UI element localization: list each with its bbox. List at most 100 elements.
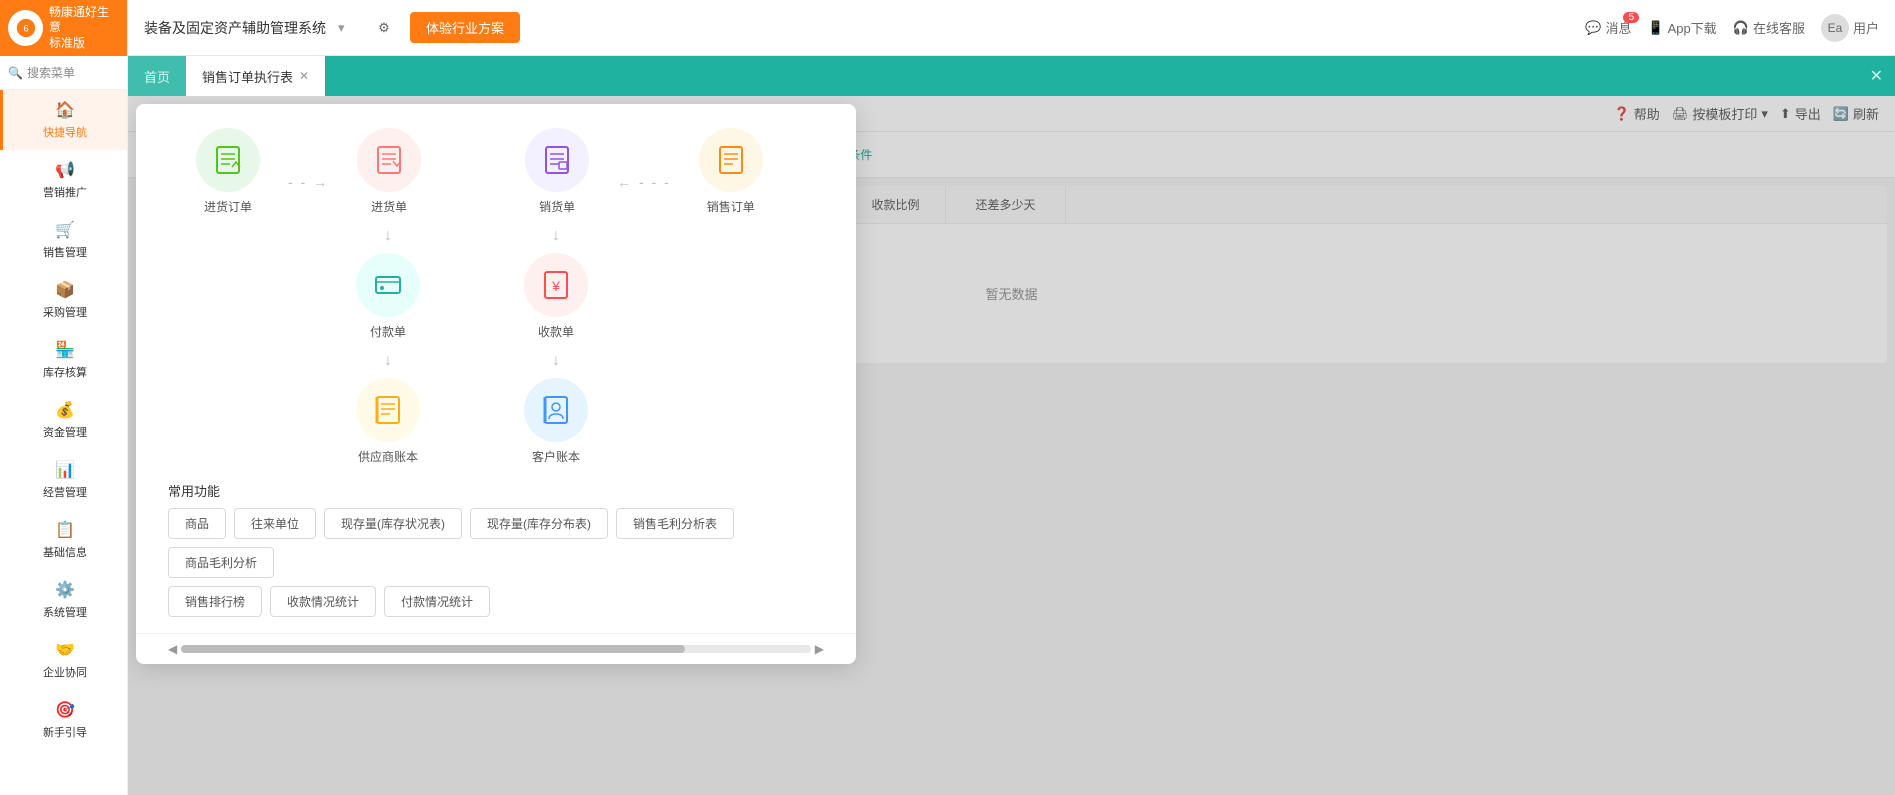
customer-ledger-icon — [524, 378, 588, 442]
sidebar-nav: 🏠 快捷导航 📢 营销推广 🛒 销售管理 📦 采购管理 🏪 库存核算 💰 — [0, 90, 127, 795]
sidebar-item-finance[interactable]: 💰 资金管理 — [0, 390, 127, 450]
tabbar-close-all-btn[interactable]: ✕ — [1858, 56, 1895, 96]
svg-text:¥: ¥ — [551, 278, 560, 294]
sidebar-item-sales[interactable]: 🛒 销售管理 — [0, 210, 127, 270]
arrow-sales-order-to-bill: ← - - - — [617, 154, 671, 190]
basic-info-icon: 📋 — [55, 520, 75, 540]
marketing-icon: 📢 — [55, 160, 75, 180]
tab-sales-order-exec[interactable]: 销售订单执行表 ✕ — [186, 56, 325, 96]
supplier-ledger-icon — [356, 378, 420, 442]
avatar: Ea — [1821, 14, 1849, 42]
search-icon: 🔍 — [8, 66, 23, 80]
sidebar-item-guide[interactable]: 🎯 新手引导 — [0, 690, 127, 750]
node-receipt-bill[interactable]: ¥ 收款单 — [496, 253, 616, 340]
tab-close-btn[interactable]: ✕ — [299, 69, 309, 83]
common-btn-stock-distribution[interactable]: 现存量(库存分布表) — [470, 508, 608, 539]
overlay: 进货订单 - - → — [128, 96, 1895, 795]
app-icon: 📱 — [1647, 20, 1663, 36]
app-download-btn[interactable]: 📱 App下载 — [1647, 18, 1716, 37]
sales-bill-icon — [525, 128, 589, 192]
flow-down-arrows-2: ↓ ↓ — [168, 352, 824, 370]
common-btn-partner[interactable]: 往来单位 — [234, 508, 316, 539]
common-btn-stock-status[interactable]: 现存量(库存状况表) — [324, 508, 462, 539]
scrollbar-thumb[interactable] — [181, 645, 685, 653]
node-purchase-order[interactable]: 进货订单 — [168, 128, 288, 215]
topbar-right: 💬 消息 5 📱 App下载 🎧 在线客服 Ea 用户 — [1585, 14, 1879, 42]
guide-icon: 🎯 — [55, 700, 75, 720]
node-purchase-bill[interactable]: 进货单 — [329, 128, 449, 215]
scrollbar-track[interactable] — [181, 645, 811, 653]
purchase-order-icon — [196, 128, 260, 192]
online-service-btn[interactable]: 🎧 在线客服 — [1733, 18, 1805, 37]
flow-row-2: 付款单 ¥ — [168, 253, 824, 340]
flow-down-arrows-1: ↓ ↓ — [168, 227, 824, 245]
common-btns: 商品 往来单位 现存量(库存状况表) 现存量(库存分布表) 销售毛利分析表 商品… — [168, 508, 824, 578]
logo-text: 畅康通好生意 标准版 — [49, 5, 119, 52]
sidebar-logo: 6 畅康通好生意 标准版 — [0, 0, 127, 56]
tab-home[interactable]: 首页 — [128, 56, 186, 96]
sidebar-item-operations[interactable]: 📊 经营管理 — [0, 450, 127, 510]
enterprise-icon: 🤝 — [55, 640, 75, 660]
payment-bill-icon — [356, 253, 420, 317]
dialog-inner: 进货订单 - - → — [136, 104, 856, 633]
common-btn-product[interactable]: 商品 — [168, 508, 226, 539]
tabbar: 首页 销售订单执行表 ✕ ✕ — [128, 56, 1895, 96]
sidebar-item-enterprise[interactable]: 🤝 企业协同 — [0, 630, 127, 690]
receipt-bill-icon: ¥ — [524, 253, 588, 317]
message-btn[interactable]: 💬 消息 5 — [1585, 18, 1631, 37]
sidebar-item-system[interactable]: ⚙️ 系统管理 — [0, 570, 127, 630]
quick-nav-dialog: 进货订单 - - → — [136, 104, 856, 664]
dialog-scrollbar: ◀ ▶ — [136, 633, 856, 664]
operations-icon: 📊 — [55, 460, 75, 480]
service-icon: 🎧 — [1733, 20, 1749, 36]
purchase-bill-icon — [357, 128, 421, 192]
sidebar-item-inventory[interactable]: 🏪 库存核算 — [0, 330, 127, 390]
common-btn-payment-stats[interactable]: 付款情况统计 — [384, 586, 490, 617]
sales-icon: 🛒 — [55, 220, 75, 240]
scroll-right-arrow[interactable]: ▶ — [815, 642, 824, 656]
message-icon: 💬 — [1585, 20, 1601, 36]
down-arrow-purchase-bill: ↓ — [328, 227, 448, 245]
user-menu[interactable]: Ea 用户 — [1821, 14, 1879, 42]
common-functions-section: 常用功能 商品 往来单位 现存量(库存状况表) 现存量(库存分布表) 销售毛利分… — [168, 481, 824, 617]
scroll-left-arrow[interactable]: ◀ — [168, 642, 177, 656]
sales-order-icon — [699, 128, 763, 192]
common-btns-row2: 销售排行榜 收款情况统计 付款情况统计 — [168, 586, 824, 617]
sidebar: 6 畅康通好生意 标准版 🔍 搜索菜单 🏠 快捷导航 📢 营销推广 🛒 销售管理 — [0, 0, 128, 795]
flow-row-3: 供应商账本 — [168, 378, 824, 465]
node-sales-order[interactable]: 销售订单 — [671, 128, 791, 215]
down-arrow-payment: ↓ — [328, 352, 448, 370]
common-btn-receipt-stats[interactable]: 收款情况统计 — [270, 586, 376, 617]
sidebar-item-purchase[interactable]: 📦 采购管理 — [0, 270, 127, 330]
quick-nav-icon: 🏠 — [55, 100, 75, 120]
common-functions-title: 常用功能 — [168, 481, 824, 500]
svg-text:6: 6 — [23, 24, 28, 34]
topbar: 装备及固定资产辅助管理系统 ▾ ⚙ 体验行业方案 💬 消息 5 📱 App下载 … — [128, 0, 1895, 56]
inventory-icon: 🏪 — [55, 340, 75, 360]
common-btn-sales-margin[interactable]: 销售毛利分析表 — [616, 508, 734, 539]
node-payment-bill[interactable]: 付款单 — [328, 253, 448, 340]
sidebar-search[interactable]: 🔍 搜索菜单 — [0, 56, 127, 90]
node-sales-bill[interactable]: 销货单 — [497, 128, 617, 215]
node-supplier-ledger[interactable]: 供应商账本 — [328, 378, 448, 465]
flow-row-1: 进货订单 - - → — [168, 128, 824, 215]
down-arrow-sales-bill: ↓ — [496, 227, 616, 245]
sidebar-item-marketing[interactable]: 📢 营销推广 — [0, 150, 127, 210]
sidebar-item-quick-nav[interactable]: 🏠 快捷导航 — [0, 90, 127, 150]
dropdown-arrow[interactable]: ▾ — [338, 18, 358, 38]
purchase-icon: 📦 — [55, 280, 75, 300]
page-area: ❓ 帮助 🖨 按模板打印 ▾ ⬆ 导出 🔄 刷新 — [128, 96, 1895, 795]
node-customer-ledger[interactable]: 客户账本 — [496, 378, 616, 465]
scroll-row: ◀ ▶ — [168, 642, 824, 656]
gear-button[interactable]: ⚙ — [370, 14, 398, 42]
sidebar-item-basic-info[interactable]: 📋 基础信息 — [0, 510, 127, 570]
system-title: 装备及固定资产辅助管理系统 — [144, 18, 326, 38]
finance-icon: 💰 — [55, 400, 75, 420]
system-icon: ⚙️ — [55, 580, 75, 600]
common-btn-sales-ranking[interactable]: 销售排行榜 — [168, 586, 262, 617]
common-btn-product-margin[interactable]: 商品毛利分析 — [168, 547, 274, 578]
arrow-purchase-order-to-bill: - - → — [288, 154, 329, 190]
main-content: 装备及固定资产辅助管理系统 ▾ ⚙ 体验行业方案 💬 消息 5 📱 App下载 … — [128, 0, 1895, 795]
try-btn[interactable]: 体验行业方案 — [410, 12, 520, 43]
down-arrow-receipt: ↓ — [496, 352, 616, 370]
